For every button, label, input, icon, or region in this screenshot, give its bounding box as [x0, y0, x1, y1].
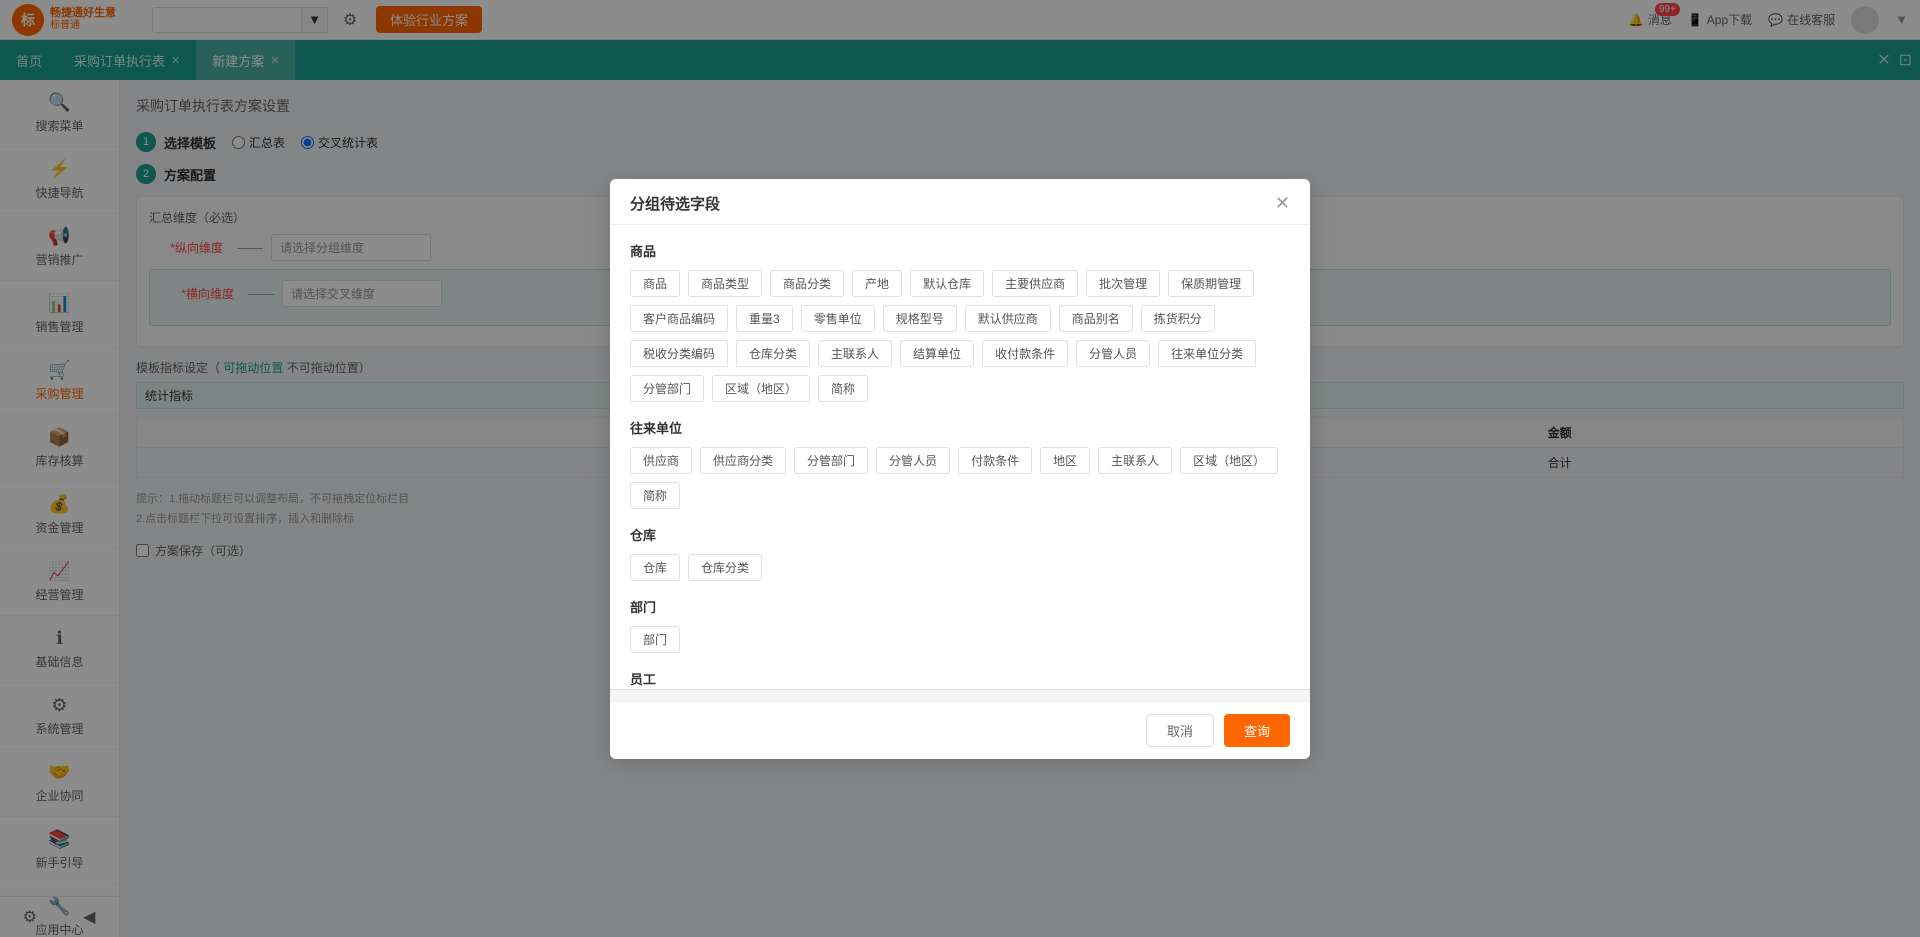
field-tag-0-24[interactable]: 简称: [818, 375, 868, 402]
field-tag-0-14[interactable]: 拣货积分: [1141, 305, 1215, 332]
field-tag-0-6[interactable]: 批次管理: [1086, 270, 1160, 297]
modal-body: 商品商品商品类型商品分类产地默认仓库主要供应商批次管理保质期管理客户商品编码重量…: [610, 225, 1310, 689]
field-tags-0: 商品商品类型商品分类产地默认仓库主要供应商批次管理保质期管理客户商品编码重量3 零…: [630, 270, 1290, 402]
field-tag-0-21[interactable]: 往来单位分类: [1158, 340, 1256, 367]
modal-confirm-button[interactable]: 查询: [1224, 714, 1290, 747]
field-group-title-3: 部门: [630, 597, 1290, 616]
field-tag-0-10[interactable]: 零售单位: [801, 305, 875, 332]
field-tag-1-5[interactable]: 地区: [1040, 447, 1090, 474]
field-tag-1-0[interactable]: 供应商: [630, 447, 692, 474]
field-tag-0-3[interactable]: 产地: [852, 270, 902, 297]
field-tag-1-4[interactable]: 付款条件: [958, 447, 1032, 474]
modal-cancel-button[interactable]: 取消: [1146, 714, 1214, 747]
field-tag-1-6[interactable]: 主联系人: [1098, 447, 1172, 474]
field-tag-0-11[interactable]: 规格型号: [883, 305, 957, 332]
field-tags-1: 供应商供应商分类分管部门分管人员付款条件地区主联系人区域（地区） 简称: [630, 447, 1290, 509]
field-group-1: 往来单位供应商供应商分类分管部门分管人员付款条件地区主联系人区域（地区） 简称: [630, 418, 1290, 509]
modal-close-button[interactable]: ✕: [1275, 194, 1290, 212]
field-tag-3-0[interactable]: 部门: [630, 626, 680, 653]
field-tag-0-16[interactable]: 仓库分类: [736, 340, 810, 367]
modal-header: 分组待选字段 ✕: [610, 179, 1310, 225]
modal-horizontal-scrollbar[interactable]: [610, 689, 1310, 701]
modal-footer: 取消 查询: [610, 701, 1310, 759]
field-tag-0-4[interactable]: 默认仓库: [910, 270, 984, 297]
field-tag-0-8[interactable]: 客户商品编码: [630, 305, 728, 332]
field-tag-0-19[interactable]: 收付款条件: [982, 340, 1068, 367]
field-tag-0-13[interactable]: 商品别名: [1059, 305, 1133, 332]
field-tag-0-7[interactable]: 保质期管理: [1168, 270, 1254, 297]
field-group-title-0: 商品: [630, 241, 1290, 260]
field-tag-0-17[interactable]: 主联系人: [818, 340, 892, 367]
field-tag-0-9[interactable]: 重量3: [736, 305, 793, 332]
modal-overlay: 分组待选字段 ✕ 商品商品商品类型商品分类产地默认仓库主要供应商批次管理保质期管…: [0, 0, 1920, 937]
field-group-0: 商品商品商品类型商品分类产地默认仓库主要供应商批次管理保质期管理客户商品编码重量…: [630, 241, 1290, 402]
field-tags-3: 部门: [630, 626, 1290, 653]
field-tag-1-7[interactable]: 区域（地区）: [1180, 447, 1278, 474]
field-tag-1-1[interactable]: 供应商分类: [700, 447, 786, 474]
field-group-title-4: 员工: [630, 669, 1290, 688]
field-group-4: 员工业务员: [630, 669, 1290, 689]
field-tag-0-20[interactable]: 分管人员: [1076, 340, 1150, 367]
field-tag-2-1[interactable]: 仓库分类: [688, 554, 762, 581]
field-tag-0-15[interactable]: 税收分类编码: [630, 340, 728, 367]
field-tag-0-1[interactable]: 商品类型: [688, 270, 762, 297]
field-group-3: 部门部门: [630, 597, 1290, 653]
field-group-title-2: 仓库: [630, 525, 1290, 544]
field-tag-1-3[interactable]: 分管人员: [876, 447, 950, 474]
field-tag-0-12[interactable]: 默认供应商: [965, 305, 1051, 332]
field-tag-0-22[interactable]: 分管部门: [630, 375, 704, 402]
field-tag-1-8[interactable]: 简称: [630, 482, 680, 509]
field-selection-modal: 分组待选字段 ✕ 商品商品商品类型商品分类产地默认仓库主要供应商批次管理保质期管…: [610, 179, 1310, 759]
field-group-2: 仓库仓库仓库分类: [630, 525, 1290, 581]
field-group-title-1: 往来单位: [630, 418, 1290, 437]
field-tag-0-23[interactable]: 区域（地区）: [712, 375, 810, 402]
field-tag-0-0[interactable]: 商品: [630, 270, 680, 297]
modal-title: 分组待选字段: [630, 193, 720, 214]
field-tag-0-18[interactable]: 结算单位: [900, 340, 974, 367]
field-tags-2: 仓库仓库分类: [630, 554, 1290, 581]
field-tag-1-2[interactable]: 分管部门: [794, 447, 868, 474]
field-tag-2-0[interactable]: 仓库: [630, 554, 680, 581]
field-tag-0-2[interactable]: 商品分类: [770, 270, 844, 297]
field-tag-0-5[interactable]: 主要供应商: [992, 270, 1078, 297]
